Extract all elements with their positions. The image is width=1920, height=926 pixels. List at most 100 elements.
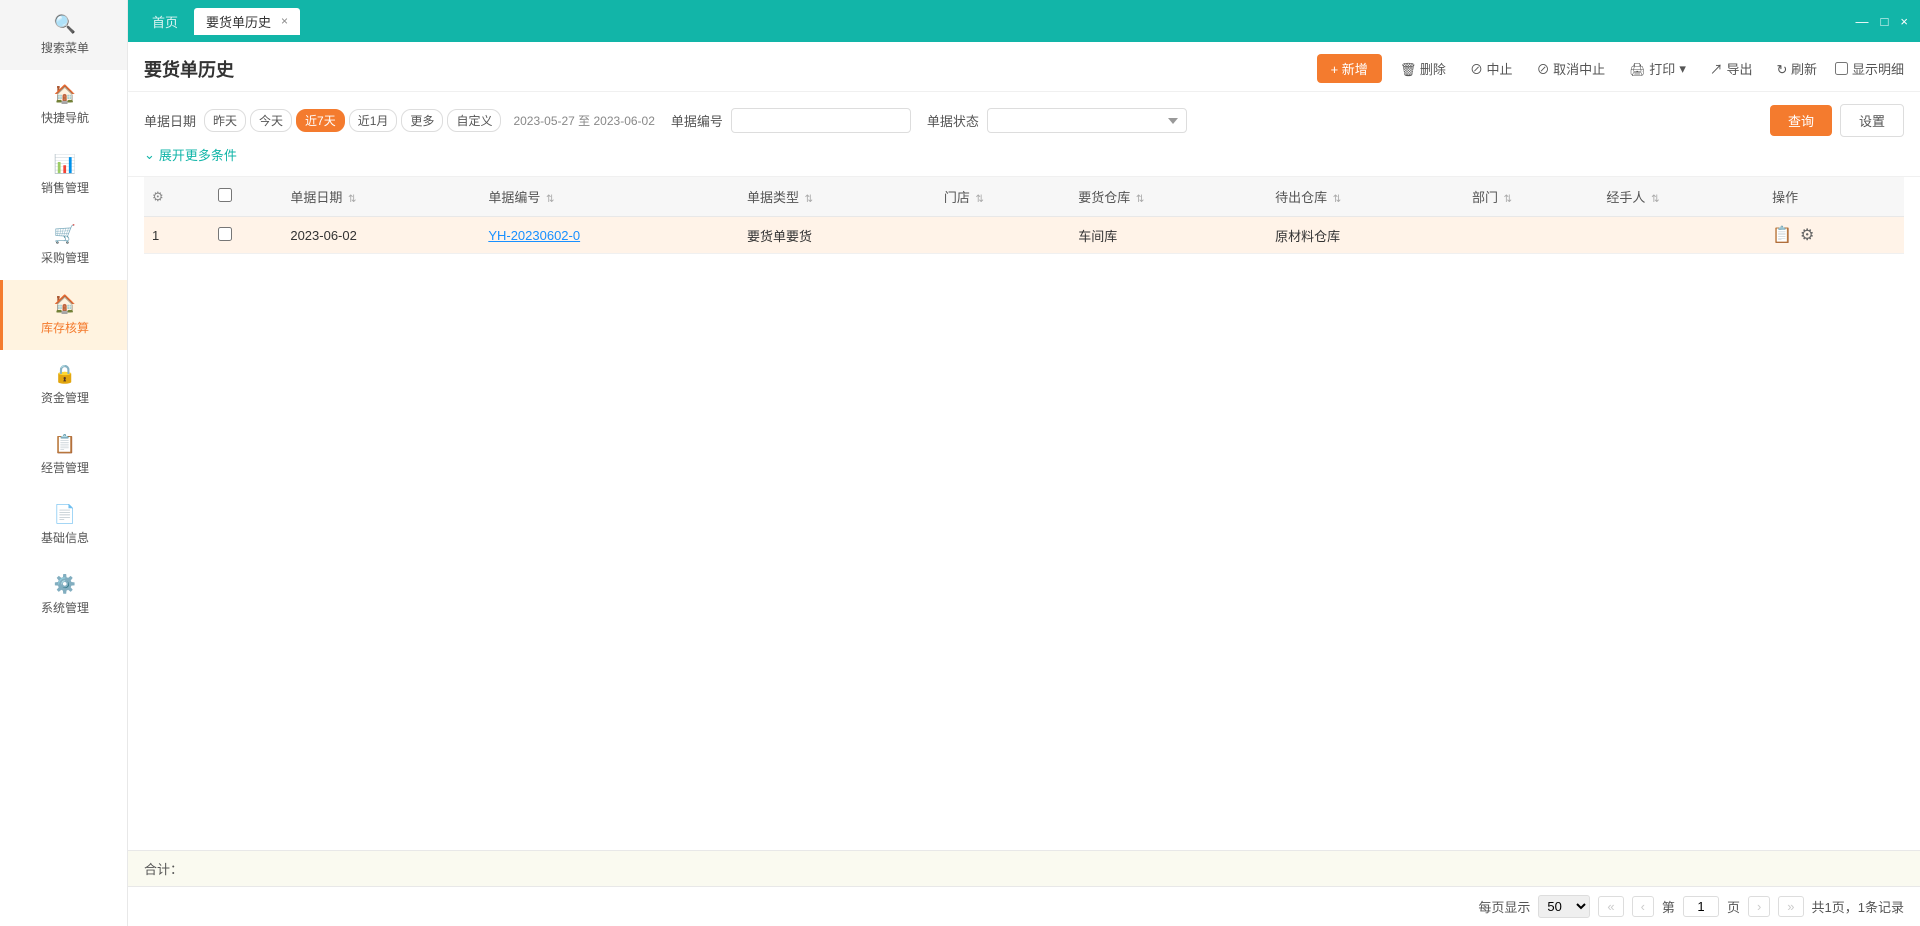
content-area: 要货单历史 + 新增 🗑 删除 ⊘ 中止 ⊘ 取消中止 🖨 打印 ▾ [128,42,1920,926]
sidebar-item-label: 搜索菜单 [41,39,89,56]
th-store[interactable]: 门店 ⇅ [936,177,1070,217]
filter-row-1: 单据日期 昨天 今天 近7天 近1月 更多 自定义 2023-05-27 至 2… [144,104,1904,137]
th-doc-type[interactable]: 单据类型 ⇅ [739,177,936,217]
query-button[interactable]: 查询 [1770,105,1832,136]
sort-handler-icon: ⇅ [1651,194,1659,205]
sidebar-item-inventory[interactable]: 🏠 库存核算 [0,280,127,350]
display-detail-checkbox[interactable] [1835,62,1848,75]
per-page-label: 每页显示 [1478,897,1530,916]
sidebar-item-sys-mgmt[interactable]: ⚙️ 系统管理 [0,560,127,630]
expand-more-icon: ⌄ [144,147,155,163]
row-checkbox-cell [210,217,282,254]
date-buttons: 昨天 今天 近7天 近1月 更多 自定义 [204,109,501,132]
doc-no-input[interactable] [731,108,911,133]
prev-page-btn[interactable]: ‹ [1632,896,1654,917]
print-dropdown-icon[interactable]: ▾ [1679,61,1686,77]
filter-doc-status: 单据状态 待审核 已审核 已中止 [927,108,1187,133]
export-button[interactable]: ↗ 导出 [1704,55,1759,82]
gear-icon[interactable]: ⚙ [152,189,164,204]
tab-close-icon[interactable]: × [281,14,288,28]
delete-button[interactable]: 🗑 删除 [1394,55,1452,82]
row-handler [1598,217,1764,254]
sidebar-item-finance-mgmt[interactable]: 🔒 资金管理 [0,350,127,420]
sidebar-item-label: 基础信息 [41,529,89,546]
th-date-label: 单据日期 [290,190,342,205]
sidebar: 🔍 搜索菜单 🏠 快捷导航 📊 销售管理 🛒 采购管理 🏠 库存核算 🔒 资金管… [0,0,128,926]
table-header-row: ⚙ 单据日期 ⇅ 单据编号 ⇅ [144,177,1904,217]
doc-status-select[interactable]: 待审核 已审核 已中止 [987,108,1187,133]
refresh-button[interactable]: ↻ 刷新 [1770,55,1823,82]
row-pending-warehouse: 原材料仓库 [1267,217,1464,254]
settings-button[interactable]: 设置 [1840,104,1904,137]
th-dept[interactable]: 部门 ⇅ [1464,177,1598,217]
doc-no-link[interactable]: YH-20230602-0 [488,228,580,243]
purchase-icon: 🛒 [54,224,76,245]
select-all-checkbox[interactable] [218,188,232,202]
print-button[interactable]: 🖨 打印 ▾ [1623,55,1692,82]
sidebar-item-label: 资金管理 [41,389,89,406]
delete-action-icon[interactable]: ⚙ [1800,225,1814,245]
filter-date: 单据日期 昨天 今天 近7天 近1月 更多 自定义 2023-05-27 至 2… [144,109,655,132]
tab-active[interactable]: 要货单历史 × [194,8,300,35]
table-area: ⚙ 单据日期 ⇅ 单据编号 ⇅ [128,177,1920,850]
topbar: 首页 要货单历史 × — □ × [128,0,1920,42]
th-gear[interactable]: ⚙ [144,177,210,217]
custom-btn[interactable]: 自定义 [447,109,501,132]
first-page-btn[interactable]: « [1598,896,1623,917]
delete-btn-label: 🗑 删除 [1400,59,1446,78]
topbar-restore-btn[interactable]: □ [1881,14,1889,29]
total-label: 合计： [144,859,183,878]
action-icons: 📋 ⚙ [1772,225,1896,245]
sidebar-item-ops-mgmt[interactable]: 📋 经营管理 [0,420,127,490]
last7days-btn[interactable]: 近7天 [296,109,345,132]
view-action-icon[interactable]: 📋 [1772,225,1792,245]
tab-home[interactable]: 首页 [140,8,190,35]
today-btn[interactable]: 今天 [250,109,292,132]
sidebar-item-basic-info[interactable]: 📄 基础信息 [0,490,127,560]
sidebar-item-sales-mgmt[interactable]: 📊 销售管理 [0,140,127,210]
doc-status-label: 单据状态 [927,111,979,130]
filter-area: 单据日期 昨天 今天 近7天 近1月 更多 自定义 2023-05-27 至 2… [128,92,1920,177]
active-tab-label: 要货单历史 [206,12,271,31]
sidebar-item-search-menu[interactable]: 🔍 搜索菜单 [0,0,127,70]
page-input[interactable] [1683,896,1719,917]
th-date[interactable]: 单据日期 ⇅ [282,177,480,217]
display-detail-checkbox-group[interactable]: 显示明细 [1835,59,1904,78]
th-doc-no[interactable]: 单据编号 ⇅ [480,177,739,217]
sort-req-warehouse-icon: ⇅ [1136,194,1144,205]
sidebar-item-purchase-mgmt[interactable]: 🛒 采购管理 [0,210,127,280]
date-range-text: 2023-05-27 至 2023-06-02 [513,112,654,129]
sidebar-item-label: 采购管理 [41,249,89,266]
expand-more-btn[interactable]: ⌄ 展开更多条件 [144,145,1904,164]
inventory-icon: 🏠 [54,294,76,315]
th-req-warehouse[interactable]: 要货仓库 ⇅ [1070,177,1267,217]
sidebar-item-label: 销售管理 [41,179,89,196]
export-btn-label: ↗ 导出 [1710,59,1753,78]
topbar-minimize-btn[interactable]: — [1856,14,1869,29]
stop-button[interactable]: ⊘ 中止 [1464,55,1519,82]
more-btn[interactable]: 更多 [401,109,443,132]
per-page-select[interactable]: 50 10 20 100 [1538,895,1590,918]
yesterday-btn[interactable]: 昨天 [204,109,246,132]
next-page-btn[interactable]: › [1748,896,1770,917]
basic-info-icon: 📄 [54,504,76,525]
sidebar-item-label: 经营管理 [41,459,89,476]
home-tab-label: 首页 [152,12,178,31]
sidebar-item-quick-nav[interactable]: 🏠 快捷导航 [0,70,127,140]
th-checkbox [210,177,282,217]
th-doc-type-label: 单据类型 [747,190,799,205]
th-pending-warehouse-label: 待出仓库 [1275,190,1327,205]
new-button[interactable]: + 新增 [1317,54,1382,83]
page-title: 要货单历史 [144,56,234,82]
row-checkbox[interactable] [218,227,232,241]
sidebar-item-label: 系统管理 [41,599,89,616]
table-row: 1 2023-06-02 YH-20230602-0 要货单要货 车间库 原材料… [144,217,1904,254]
cancel-stop-button[interactable]: ⊘ 取消中止 [1531,55,1612,82]
topbar-close-btn[interactable]: × [1900,14,1908,29]
row-store [936,217,1070,254]
refresh-btn-label: ↻ 刷新 [1776,59,1817,78]
last-page-btn[interactable]: » [1778,896,1803,917]
th-handler[interactable]: 经手人 ⇅ [1598,177,1764,217]
last1month-btn[interactable]: 近1月 [349,109,398,132]
th-pending-warehouse[interactable]: 待出仓库 ⇅ [1267,177,1464,217]
